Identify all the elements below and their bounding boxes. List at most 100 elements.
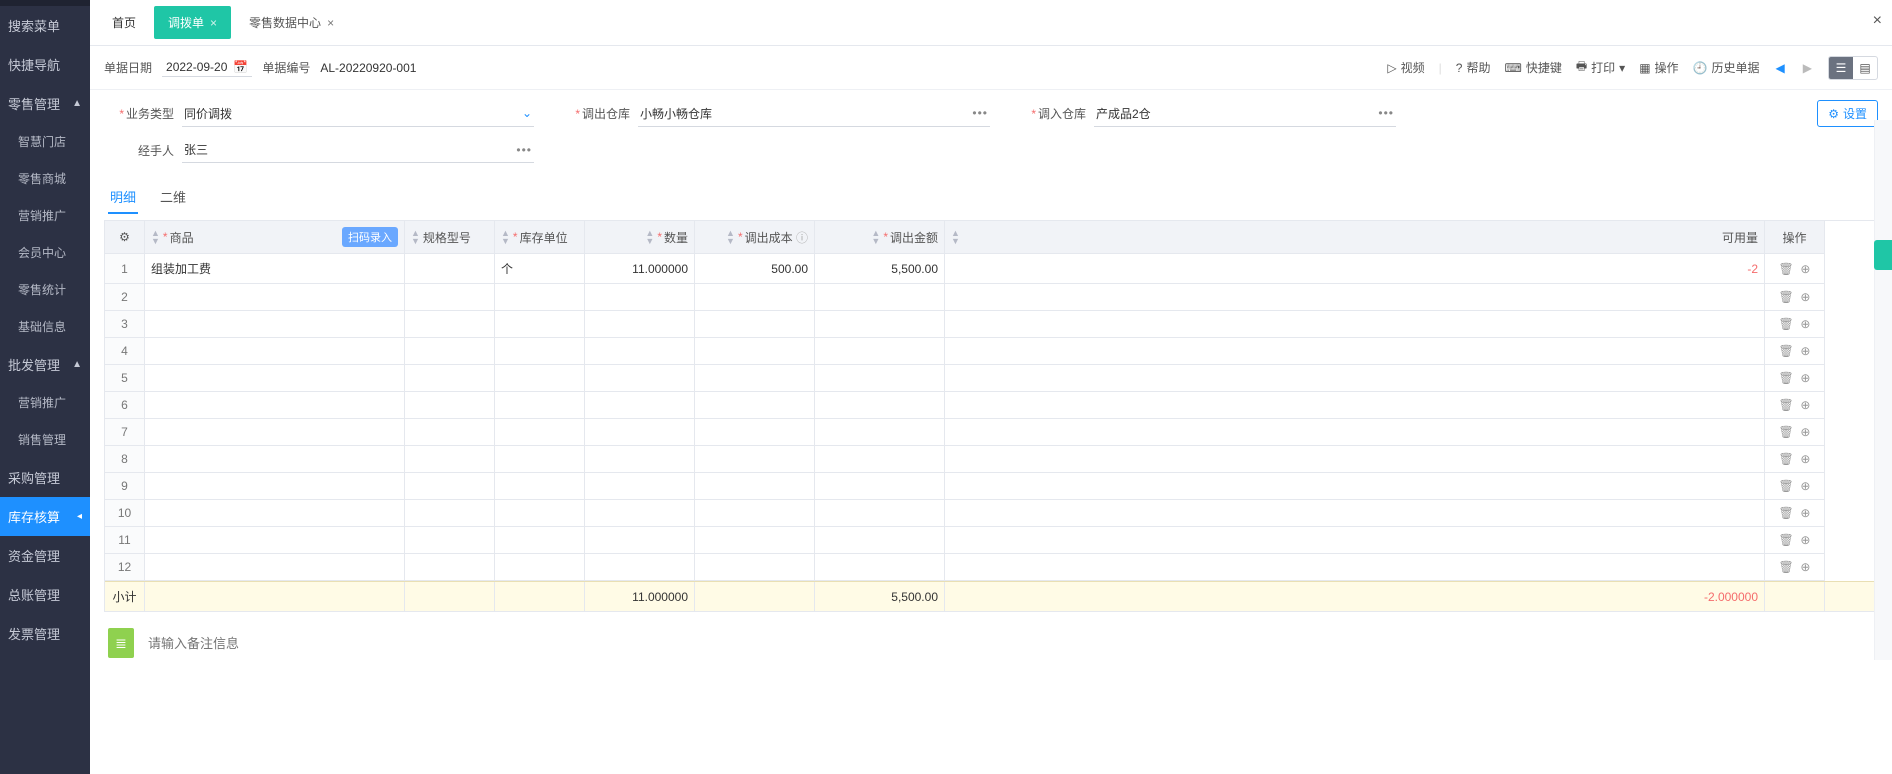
- cell[interactable]: [695, 392, 815, 419]
- sidebar-item-member[interactable]: 会员中心: [0, 234, 90, 271]
- cell[interactable]: 9: [105, 473, 145, 500]
- cell[interactable]: 11.000000: [585, 254, 695, 284]
- cell[interactable]: [945, 392, 1765, 419]
- add-icon[interactable]: ⊕: [1800, 344, 1810, 358]
- video-button[interactable]: ▷视频: [1387, 59, 1424, 76]
- cell[interactable]: [405, 554, 495, 581]
- cell[interactable]: [695, 473, 815, 500]
- sidebar-item-quicknav[interactable]: 快捷导航: [0, 45, 90, 84]
- add-icon[interactable]: ⊕: [1800, 425, 1810, 439]
- cell[interactable]: [815, 554, 945, 581]
- delete-icon[interactable]: 🗑: [1779, 533, 1794, 547]
- cell[interactable]: 组装加工费: [145, 254, 405, 284]
- cell[interactable]: [495, 284, 585, 311]
- cell[interactable]: [495, 446, 585, 473]
- delete-icon[interactable]: 🗑: [1779, 317, 1794, 331]
- delete-icon[interactable]: 🗑: [1779, 560, 1794, 574]
- cell[interactable]: [695, 284, 815, 311]
- help-tab[interactable]: [1874, 240, 1892, 270]
- cell[interactable]: [945, 419, 1765, 446]
- cell[interactable]: [405, 527, 495, 554]
- biztype-select[interactable]: 同价调拨 ⌄: [182, 101, 534, 127]
- delete-icon[interactable]: 🗑: [1779, 262, 1794, 276]
- cell[interactable]: [815, 311, 945, 338]
- cell[interactable]: [495, 365, 585, 392]
- more-icon[interactable]: •••: [516, 143, 532, 157]
- cell[interactable]: [405, 446, 495, 473]
- add-icon[interactable]: ⊕: [1800, 533, 1810, 547]
- table-row[interactable]: 4🗑 ⊕: [105, 338, 1877, 365]
- cell[interactable]: [945, 554, 1765, 581]
- cell[interactable]: [695, 365, 815, 392]
- cell[interactable]: [585, 446, 695, 473]
- table-row[interactable]: 5🗑 ⊕: [105, 365, 1877, 392]
- cell[interactable]: [945, 473, 1765, 500]
- add-icon[interactable]: ⊕: [1800, 452, 1810, 466]
- cell[interactable]: [145, 284, 405, 311]
- cell[interactable]: [585, 419, 695, 446]
- date-input[interactable]: 2022-09-20 📅: [162, 58, 252, 77]
- table-row[interactable]: 11 🗑 ⊕: [105, 527, 1877, 554]
- add-icon[interactable]: ⊕: [1800, 560, 1810, 574]
- cell[interactable]: [585, 284, 695, 311]
- settings-button[interactable]: ⚙设置: [1817, 100, 1878, 127]
- table-row[interactable]: 1组装加工费个11.000000500.005,500.00-2🗑 ⊕: [105, 254, 1877, 284]
- add-icon[interactable]: ⊕: [1800, 290, 1810, 304]
- delete-icon[interactable]: 🗑: [1779, 506, 1794, 520]
- cell[interactable]: [815, 365, 945, 392]
- cell[interactable]: -2: [945, 254, 1765, 284]
- cell[interactable]: [145, 311, 405, 338]
- sidebar-item-retailstats[interactable]: 零售统计: [0, 271, 90, 308]
- cell[interactable]: [695, 419, 815, 446]
- add-icon[interactable]: ⊕: [1800, 398, 1810, 412]
- add-icon[interactable]: ⊕: [1800, 317, 1810, 331]
- cell[interactable]: [145, 473, 405, 500]
- cell[interactable]: 5: [105, 365, 145, 392]
- delete-icon[interactable]: 🗑: [1779, 398, 1794, 412]
- cell[interactable]: [405, 254, 495, 284]
- remark-input[interactable]: [148, 636, 1874, 651]
- cell[interactable]: [495, 473, 585, 500]
- table-row[interactable]: 7🗑 ⊕: [105, 419, 1877, 446]
- cell[interactable]: [145, 338, 405, 365]
- more-icon[interactable]: •••: [972, 106, 988, 120]
- sidebar-item-ledger[interactable]: 总账管理: [0, 575, 90, 614]
- cell[interactable]: [405, 419, 495, 446]
- cell[interactable]: [405, 473, 495, 500]
- cell[interactable]: [695, 446, 815, 473]
- col-product[interactable]: ▲▼*商品扫码录入: [145, 221, 405, 254]
- cell[interactable]: [585, 311, 695, 338]
- out-warehouse-select[interactable]: 小畅小畅仓库 •••: [638, 101, 990, 127]
- cell[interactable]: [695, 338, 815, 365]
- scan-badge[interactable]: 扫码录入: [342, 227, 398, 247]
- cell[interactable]: [945, 527, 1765, 554]
- cell[interactable]: [945, 311, 1765, 338]
- cell[interactable]: [585, 365, 695, 392]
- cell[interactable]: [145, 554, 405, 581]
- table-row[interactable]: 6🗑 ⊕: [105, 392, 1877, 419]
- delete-icon[interactable]: 🗑: [1779, 425, 1794, 439]
- cell[interactable]: [585, 527, 695, 554]
- delete-icon[interactable]: 🗑: [1779, 371, 1794, 385]
- cell[interactable]: [945, 365, 1765, 392]
- table-row[interactable]: 9🗑 ⊕: [105, 473, 1877, 500]
- cell[interactable]: 4: [105, 338, 145, 365]
- cell[interactable]: [585, 554, 695, 581]
- cell[interactable]: [405, 311, 495, 338]
- sidebar-item-retailmall[interactable]: 零售商城: [0, 160, 90, 197]
- col-spec[interactable]: ▲▼规格型号: [405, 221, 495, 254]
- cell[interactable]: [145, 419, 405, 446]
- cell[interactable]: [945, 338, 1765, 365]
- cell[interactable]: [495, 338, 585, 365]
- cell[interactable]: 3: [105, 311, 145, 338]
- sidebar-item-marketing2[interactable]: 营销推广: [0, 384, 90, 421]
- tab-retaildata[interactable]: 零售数据中心×: [235, 6, 348, 39]
- next-button[interactable]: ▶: [1801, 61, 1814, 75]
- shortcut-button[interactable]: ⌨快捷键: [1504, 59, 1561, 76]
- cell[interactable]: [815, 446, 945, 473]
- print-button[interactable]: 🖶打印 ▾: [1576, 57, 1625, 78]
- more-icon[interactable]: •••: [1378, 106, 1394, 120]
- cell[interactable]: 11: [105, 527, 145, 554]
- in-warehouse-select[interactable]: 产成品2仓 •••: [1094, 101, 1396, 127]
- handler-select[interactable]: 张三 •••: [182, 137, 534, 163]
